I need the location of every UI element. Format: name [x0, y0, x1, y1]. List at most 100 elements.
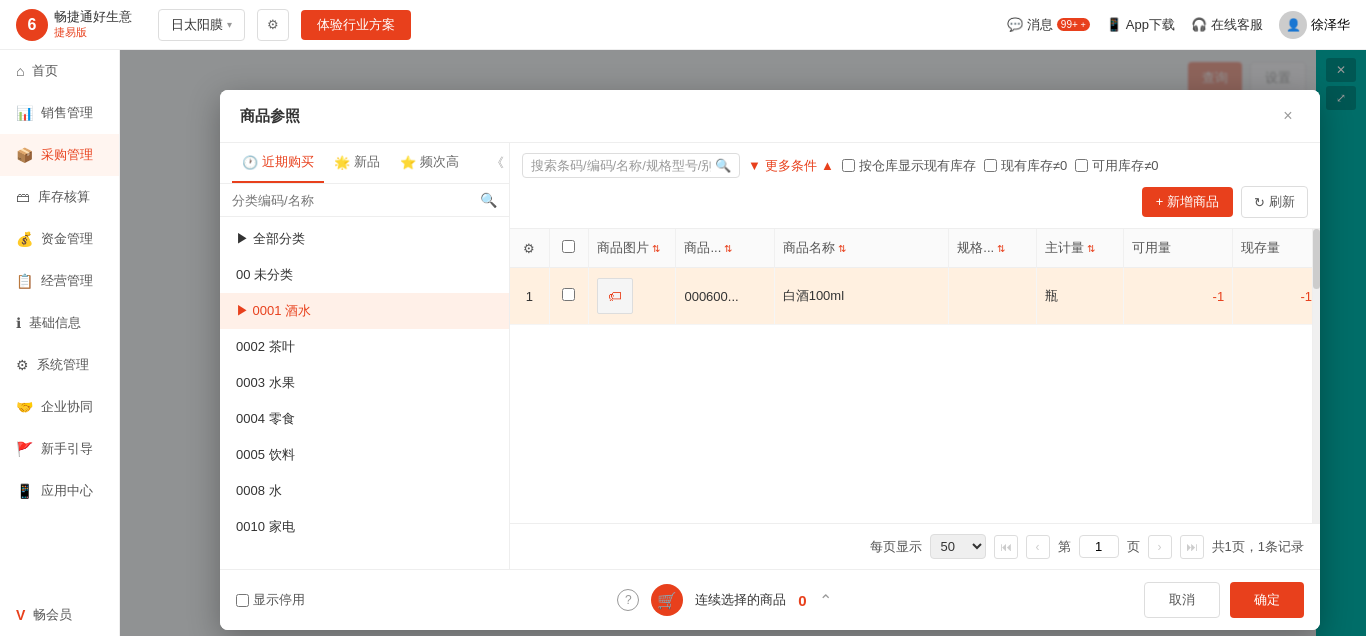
footer-center: ? 🛒 连续选择的商品 0 ⌃: [305, 584, 1144, 616]
gear-settings-icon: ⚙: [523, 241, 535, 256]
sidebar-item-finance[interactable]: 💰 资金管理: [0, 218, 119, 260]
checkbox-stock-ne-label[interactable]: 现有库存≠0: [984, 157, 1067, 175]
collapse-button[interactable]: 《: [485, 145, 509, 181]
sidebar-item-guide[interactable]: 🚩 新手引导: [0, 428, 119, 470]
guide-icon: 🚩: [16, 441, 33, 457]
gear-button[interactable]: ⚙: [257, 9, 289, 41]
th-checkbox: [549, 229, 588, 268]
trial-button[interactable]: 体验行业方案: [301, 10, 411, 40]
messages-item[interactable]: 💬 消息 99+ +: [1007, 16, 1090, 34]
sidebar-item-operation[interactable]: 📋 经营管理: [0, 260, 119, 302]
category-item-uncat[interactable]: 00 未分类: [220, 257, 509, 293]
category-item-0002[interactable]: 0002 茶叶: [220, 329, 509, 365]
checkbox-warehouse-label[interactable]: 按仓库显示现有库存: [842, 157, 976, 175]
category-search-icon[interactable]: 🔍: [480, 192, 497, 208]
filter-label: 更多条件: [765, 157, 817, 175]
th-unit-sortable[interactable]: 主计量 ⇅: [1045, 239, 1115, 257]
sidebar-item-vip[interactable]: V 畅会员: [0, 594, 119, 636]
td-stock: -1: [1233, 268, 1320, 325]
cat0002-label: 0002 茶叶: [236, 338, 295, 356]
category-search-input[interactable]: [232, 193, 474, 208]
table-header-row: ⚙ 商品图片 ⇅: [510, 229, 1320, 268]
sidebar-item-system[interactable]: ⚙ 系统管理: [0, 344, 119, 386]
refresh-button[interactable]: ↻ 刷新: [1241, 186, 1308, 218]
table-scrollbar-thumb[interactable]: [1313, 229, 1320, 289]
sidebar-item-purchase[interactable]: 📦 采购管理: [0, 134, 119, 176]
category-item-0004[interactable]: 0004 零食: [220, 401, 509, 437]
last-page-button[interactable]: ⏭: [1180, 535, 1204, 559]
tab-frequent[interactable]: ⭐ 频次高: [390, 143, 469, 183]
selected-text: 连续选择的商品: [695, 591, 786, 609]
next-page-button[interactable]: ›: [1148, 535, 1172, 559]
product-search-input[interactable]: [531, 158, 711, 173]
checkbox-stock-ne[interactable]: [984, 159, 997, 172]
select-all-checkbox[interactable]: [562, 240, 575, 253]
checkbox-avail-ne-label[interactable]: 可用库存≠0: [1075, 157, 1158, 175]
help-icon[interactable]: ?: [617, 589, 639, 611]
product-image: 🏷: [597, 278, 633, 314]
category-item-0005[interactable]: 0005 饮料: [220, 437, 509, 473]
tab-new[interactable]: 🌟 新品: [324, 143, 390, 183]
filter-icon: ▼: [748, 158, 761, 173]
app-download-item[interactable]: 📱 App下载: [1106, 16, 1175, 34]
frequent-icon: ⭐: [400, 155, 416, 170]
filter-button[interactable]: ▼ 更多条件 ▲: [748, 157, 834, 175]
online-service-item[interactable]: 🎧 在线客服: [1191, 16, 1263, 34]
add-product-button[interactable]: + 新增商品: [1142, 187, 1233, 217]
th-spec-sortable[interactable]: 规格... ⇅: [957, 239, 1027, 257]
category-item-0003[interactable]: 0003 水果: [220, 365, 509, 401]
page-number-input[interactable]: [1079, 535, 1119, 558]
show-disabled-checkbox[interactable]: [236, 594, 249, 607]
per-page-select[interactable]: 50 100: [930, 534, 986, 559]
th-stock-label: 现存量: [1241, 240, 1280, 255]
dialog-close-button[interactable]: ×: [1276, 104, 1300, 128]
sidebar-label-vip: 畅会员: [33, 606, 72, 624]
product-table: ⚙ 商品图片 ⇅: [510, 229, 1320, 523]
th-settings[interactable]: ⚙: [510, 229, 549, 268]
checkbox-warehouse[interactable]: [842, 159, 855, 172]
th-unit: 主计量 ⇅: [1036, 229, 1123, 268]
category-item-0010[interactable]: 0010 家电: [220, 509, 509, 545]
checkbox-avail-ne[interactable]: [1075, 159, 1088, 172]
sidebar-item-home[interactable]: ⌂ 首页: [0, 50, 119, 92]
th-name-sortable[interactable]: 商品名称 ⇅: [783, 239, 941, 257]
td-checkbox[interactable]: [549, 268, 588, 325]
sidebar: ⌂ 首页 📊 销售管理 📦 采购管理 🗃 库存核算 💰 资金管理 📋 经营管理 …: [0, 50, 120, 636]
sidebar-item-collab[interactable]: 🤝 企业协同: [0, 386, 119, 428]
footer-right: 取消 确定: [1144, 582, 1304, 618]
sidebar-item-base-info[interactable]: ℹ 基础信息: [0, 302, 119, 344]
th-code-sortable[interactable]: 商品... ⇅: [684, 239, 765, 257]
th-image-sortable[interactable]: 商品图片 ⇅: [597, 239, 667, 257]
inventory-icon: 🗃: [16, 189, 30, 205]
sidebar-item-sales[interactable]: 📊 销售管理: [0, 92, 119, 134]
category-item-0008[interactable]: 0008 水: [220, 473, 509, 509]
prev-page-button[interactable]: ‹: [1026, 535, 1050, 559]
category-item-all[interactable]: ▶ 全部分类: [220, 221, 509, 257]
user-avatar-area[interactable]: 👤 徐泽华: [1279, 11, 1350, 39]
product-search-box: 🔍: [522, 153, 740, 178]
purchase-icon: 📦: [16, 147, 33, 163]
sidebar-label-app-center: 应用中心: [41, 482, 93, 500]
sidebar-item-app-center[interactable]: 📱 应用中心: [0, 470, 119, 512]
phone-icon: 📱: [1106, 17, 1122, 32]
collab-icon: 🤝: [16, 399, 33, 415]
table-scrollbar-track[interactable]: [1312, 229, 1320, 523]
nav-dropdown[interactable]: 日太阳膜 ▾: [158, 9, 245, 41]
gear-icon: ⚙: [267, 17, 279, 32]
table-row[interactable]: 1 🏷: [510, 268, 1320, 325]
collapse-up-icon[interactable]: ⌃: [819, 591, 832, 610]
category-search-bar: 🔍: [220, 184, 509, 217]
product-search-icon[interactable]: 🔍: [715, 158, 731, 173]
first-page-button[interactable]: ⏮: [994, 535, 1018, 559]
category-item-0001[interactable]: ▶ 0001 酒水: [220, 293, 509, 329]
show-disabled-label[interactable]: 显示停用: [236, 591, 305, 609]
sidebar-item-inventory[interactable]: 🗃 库存核算: [0, 176, 119, 218]
cancel-button[interactable]: 取消: [1144, 582, 1220, 618]
confirm-button[interactable]: 确定: [1230, 582, 1304, 618]
tab-recent[interactable]: 🕐 近期购买: [232, 143, 324, 183]
page-word: 第: [1058, 538, 1071, 556]
th-name: 商品名称 ⇅: [774, 229, 949, 268]
sidebar-label-sales: 销售管理: [41, 104, 93, 122]
td-spec: [949, 268, 1036, 325]
row-checkbox[interactable]: [562, 288, 575, 301]
